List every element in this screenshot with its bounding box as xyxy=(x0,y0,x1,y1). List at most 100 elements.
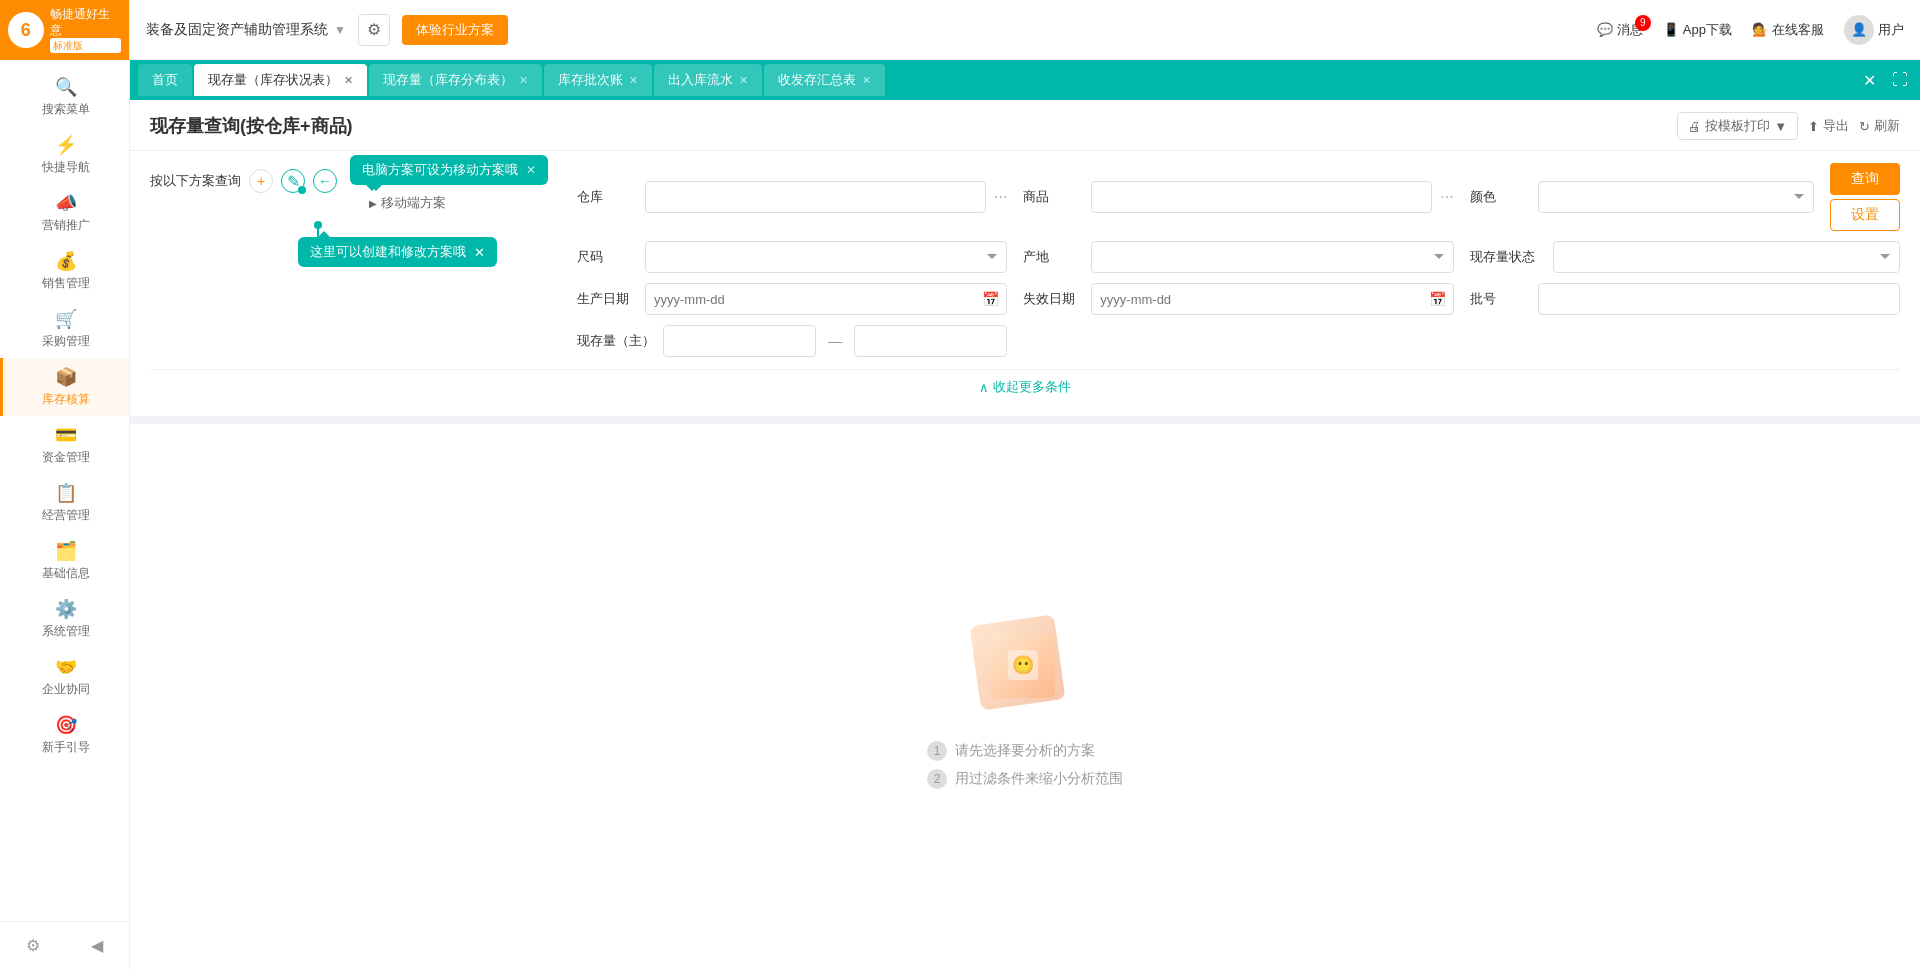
empty-hints: 1 请先选择要分析的方案 2 用过滤条件来缩小分析范围 xyxy=(927,741,1123,789)
tooltip-close-btn-1[interactable]: ✕ xyxy=(526,163,536,177)
production-date-input[interactable] xyxy=(645,283,1007,315)
tab-close-icon[interactable]: ✕ xyxy=(862,74,871,87)
message-btn[interactable]: 💬 消息 9 xyxy=(1597,21,1643,39)
sidebar-item-marketing[interactable]: 📣 营销推广 xyxy=(0,184,129,242)
filter-area: 按以下方案查询 + ✎ ← 电脑方案可设为移动方案哦 ✕ xyxy=(130,151,1920,416)
expiry-date-wrapper: 📅 xyxy=(1091,283,1453,315)
sidebar-item-finance[interactable]: 💳 资金管理 xyxy=(0,416,129,474)
sidebar-item-basics[interactable]: 🗂️ 基础信息 xyxy=(0,532,129,590)
user-btn[interactable]: 👤 用户 xyxy=(1844,15,1904,45)
origin-label: 产地 xyxy=(1023,248,1083,266)
tab-inventory-status[interactable]: 现存量（库存状况表） ✕ xyxy=(194,64,367,96)
expiry-date-label: 失效日期 xyxy=(1023,290,1083,308)
search-icon: 🔍 xyxy=(55,76,77,98)
chevron-right-icon: ▶ xyxy=(369,198,377,209)
tab-close-all-btn[interactable]: ✕ xyxy=(1859,67,1880,94)
finance-icon: 💳 xyxy=(55,424,77,446)
empty-state: 😶 1 请先选择要分析的方案 2 用过滤条件来缩小分析范围 xyxy=(130,424,1920,969)
marketing-icon: 📣 xyxy=(55,192,77,214)
topbar-settings-btn[interactable]: ⚙ xyxy=(358,14,390,46)
stock-status-select[interactable] xyxy=(1553,241,1900,273)
sidebar-item-operations[interactable]: 📋 经营管理 xyxy=(0,474,129,532)
tab-receivable-summary[interactable]: 收发存汇总表 ✕ xyxy=(764,64,885,96)
stock-main-field: 现存量（主） — xyxy=(577,325,1007,357)
tab-inventory-dist[interactable]: 现存量（库存分布表） ✕ xyxy=(369,64,542,96)
collapse-sidebar-btn[interactable]: ◀ xyxy=(87,932,107,959)
basics-icon: 🗂️ xyxy=(55,540,77,562)
page-title-row: 现存量查询(按仓库+商品) 🖨 按模板打印 ▼ ⬆ 导出 ↻ 刷新 xyxy=(150,112,1900,140)
tabbar: 首页 现存量（库存状况表） ✕ 现存量（库存分布表） ✕ 库存批次账 ✕ 出入库… xyxy=(130,60,1920,100)
hint-num-2: 2 xyxy=(927,769,947,789)
tab-in-out-flow[interactable]: 出入库流水 ✕ xyxy=(654,64,762,96)
empty-hint-2: 2 用过滤条件来缩小分析范围 xyxy=(927,769,1123,789)
service-icon: 💁 xyxy=(1752,22,1768,37)
sidebar-item-enterprise[interactable]: 🤝 企业协同 xyxy=(0,648,129,706)
expiry-date-input[interactable] xyxy=(1091,283,1453,315)
avatar: 👤 xyxy=(1844,15,1874,45)
expiry-date-field: 失效日期 📅 xyxy=(1023,283,1453,315)
goods-field: 商品 ··· xyxy=(1023,181,1453,213)
industry-plan-btn[interactable]: 体验行业方案 xyxy=(402,15,508,45)
tab-close-icon[interactable]: ✕ xyxy=(519,74,528,87)
goods-dots[interactable]: ··· xyxy=(1440,188,1453,206)
sidebar-item-purchase[interactable]: 🛒 采购管理 xyxy=(0,300,129,358)
sidebar-item-system[interactable]: ⚙️ 系统管理 xyxy=(0,590,129,648)
topbar-right: 💬 消息 9 📱 App下载 💁 在线客服 👤 用户 xyxy=(1597,15,1904,45)
sidebar-item-guide[interactable]: 🎯 新手引导 xyxy=(0,706,129,764)
stock-min-input[interactable] xyxy=(663,325,816,357)
sales-icon: 💰 xyxy=(55,250,77,272)
search-btn[interactable]: 查询 xyxy=(1830,163,1900,195)
settings-bottom-btn[interactable]: ⚙ xyxy=(22,932,44,959)
edit-scheme-btn[interactable]: ✎ xyxy=(281,169,305,193)
range-dash: — xyxy=(824,333,846,349)
system-icon: ⚙️ xyxy=(55,598,77,620)
tab-close-icon[interactable]: ✕ xyxy=(739,74,748,87)
print-btn[interactable]: 🖨 按模板打印 ▼ xyxy=(1677,112,1798,140)
origin-select[interactable] xyxy=(1091,241,1453,273)
sidebar-item-sales[interactable]: 💰 销售管理 xyxy=(0,242,129,300)
production-date-label: 生产日期 xyxy=(577,290,637,308)
export-btn[interactable]: ⬆ 导出 xyxy=(1808,117,1849,135)
page-title: 现存量查询(按仓库+商品) xyxy=(150,114,353,138)
sidebar-item-inventory[interactable]: 📦 库存核算 xyxy=(0,358,129,416)
system-name: 装备及固定资产辅助管理系统 ▼ xyxy=(146,21,346,39)
color-select[interactable] xyxy=(1538,181,1814,213)
refresh-btn[interactable]: ↻ 刷新 xyxy=(1859,117,1900,135)
arrow-scheme-btn[interactable]: ← xyxy=(313,169,337,193)
tooltip-close-btn-2[interactable]: ✕ xyxy=(474,245,485,260)
add-scheme-btn[interactable]: + xyxy=(249,169,273,193)
guide-icon: 🎯 xyxy=(55,714,77,736)
production-date-field: 生产日期 📅 xyxy=(577,283,1007,315)
stock-max-input[interactable] xyxy=(854,325,1007,357)
enterprise-icon: 🤝 xyxy=(55,656,77,678)
printer-icon: 🖨 xyxy=(1688,119,1701,134)
page-content: 现存量查询(按仓库+商品) 🖨 按模板打印 ▼ ⬆ 导出 ↻ 刷新 xyxy=(130,100,1920,969)
sidebar-item-search[interactable]: 🔍 搜索菜单 xyxy=(0,68,129,126)
chevron-down-icon: ▼ xyxy=(334,23,346,37)
refresh-icon: ↻ xyxy=(1859,119,1870,134)
tab-home[interactable]: 首页 xyxy=(138,64,192,96)
sidebar-logo: 6 畅捷通好生意 标准版 xyxy=(0,0,129,60)
scheme-tooltip-2: 这里可以创建和修改方案哦 ✕ xyxy=(298,237,497,267)
tab-close-icon[interactable]: ✕ xyxy=(629,74,638,87)
size-label: 尺码 xyxy=(577,248,637,266)
empty-illustration: 😶 xyxy=(965,605,1085,725)
size-select[interactable] xyxy=(645,241,1007,273)
sidebar-item-quick-nav[interactable]: ⚡ 快捷导航 xyxy=(0,126,129,184)
tab-maximize-btn[interactable]: ⛶ xyxy=(1888,67,1912,93)
app-download-btn[interactable]: 📱 App下载 xyxy=(1663,21,1732,39)
online-service-btn[interactable]: 💁 在线客服 xyxy=(1752,21,1824,39)
reset-btn[interactable]: 设置 xyxy=(1830,199,1900,231)
export-icon: ⬆ xyxy=(1808,119,1819,134)
sidebar-menu: 🔍 搜索菜单 ⚡ 快捷导航 📣 营销推广 💰 销售管理 🛒 采购管理 📦 库存核… xyxy=(0,60,129,921)
message-icon: 💬 xyxy=(1597,22,1613,37)
collapse-btn[interactable]: ∧ 收起更多条件 xyxy=(150,369,1900,404)
scheme-mobile[interactable]: ▶ 移动端方案 xyxy=(361,191,501,215)
batch-input[interactable] xyxy=(1538,283,1900,315)
phone-icon: 📱 xyxy=(1663,22,1679,37)
tab-batch-account[interactable]: 库存批次账 ✕ xyxy=(544,64,652,96)
goods-input[interactable] xyxy=(1091,181,1432,213)
warehouse-dots[interactable]: ··· xyxy=(994,188,1007,206)
warehouse-input[interactable] xyxy=(645,181,986,213)
tab-close-icon[interactable]: ✕ xyxy=(344,74,353,87)
